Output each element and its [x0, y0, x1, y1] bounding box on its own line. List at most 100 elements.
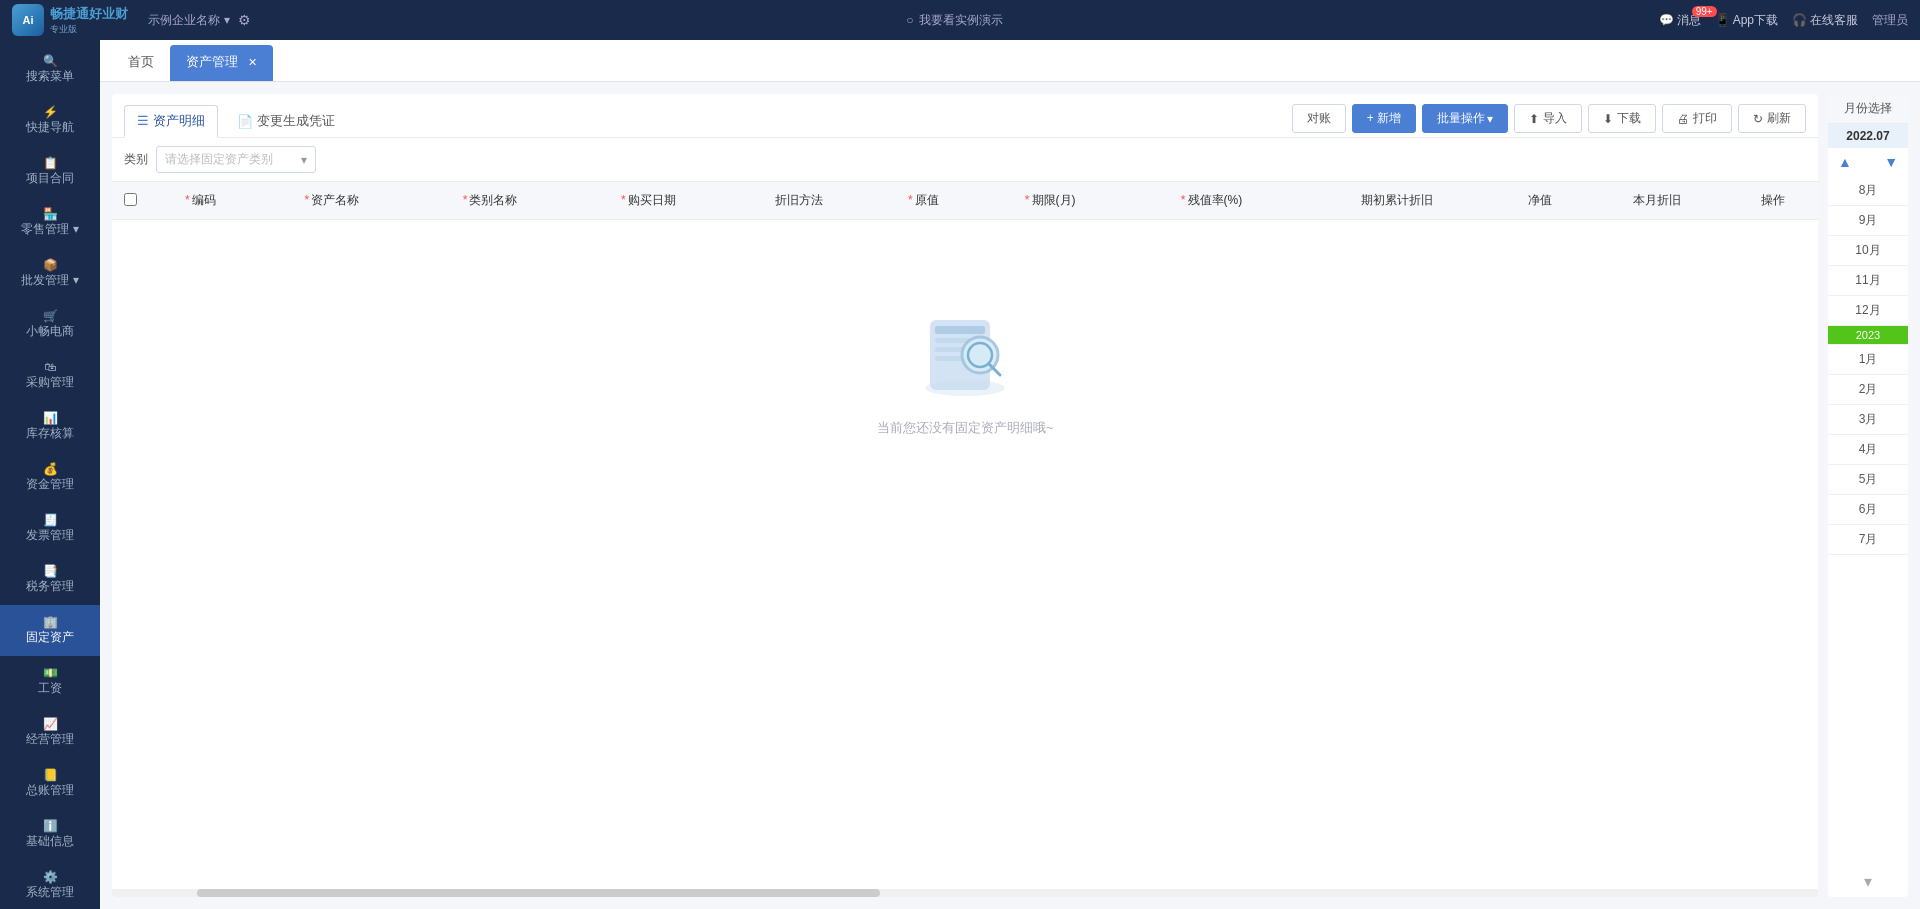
company-name: 示例企业名称 — [148, 12, 220, 29]
month-item-8[interactable]: 8月 — [1828, 176, 1908, 206]
doc-icon: 📄 — [237, 114, 253, 129]
sidebar-item-search-menu[interactable]: 🔍 搜索菜单 — [0, 44, 100, 95]
chevron-down-icon-small: ▾ — [1864, 872, 1872, 891]
sidebar-item-basic-info[interactable]: ℹ️ 基础信息 — [0, 809, 100, 860]
headset-icon: 🎧 — [1792, 13, 1807, 27]
demo-link[interactable]: ○ 我要看实例演示 — [906, 12, 1003, 29]
month-item-4[interactable]: 4月 — [1828, 435, 1908, 465]
online-service-button[interactable]: 🎧 在线客服 — [1792, 12, 1858, 29]
month-item-7-current[interactable]: 7月 — [1828, 525, 1908, 555]
sub-tabs: ☰ 资产明细 📄 变更生成凭证 对账 + 新增 批量操作 ▾ — [112, 94, 1818, 138]
chevron-down-icon: ▾ — [1487, 112, 1493, 126]
subtab-asset-detail[interactable]: ☰ 资产明细 — [124, 105, 218, 138]
add-button[interactable]: + 新增 — [1352, 104, 1416, 133]
month-item-5[interactable]: 5月 — [1828, 465, 1908, 495]
inventory-icon: 📊 — [4, 411, 96, 425]
print-icon: 🖨 — [1677, 112, 1689, 126]
sidebar-item-general-ledger[interactable]: 📒 总账管理 — [0, 758, 100, 809]
col-residual-rate: *残值率(%) — [1125, 182, 1298, 220]
sidebar-item-ops-mgmt[interactable]: 📈 经营管理 — [0, 707, 100, 758]
main-layout: 🔍 搜索菜单 ⚡ 快捷导航 📋 项目合同 🏪 零售管理 ▾ 📦 批发管理 ▾ 🛒… — [0, 40, 1920, 909]
tab-asset-management[interactable]: 资产管理 ✕ — [170, 45, 273, 81]
subtab-change-voucher[interactable]: 📄 变更生成凭证 — [224, 105, 348, 136]
col-net-value: 净值 — [1495, 182, 1585, 220]
month-item-10[interactable]: 10月 — [1828, 236, 1908, 266]
horizontal-scrollbar[interactable] — [112, 889, 1818, 897]
month-item-9[interactable]: 9月 — [1828, 206, 1908, 236]
month-item-3[interactable]: 3月 — [1828, 405, 1908, 435]
refresh-button[interactable]: ↻ 刷新 — [1738, 104, 1806, 133]
tab-close-icon[interactable]: ✕ — [248, 56, 257, 68]
category-label: 类别 — [124, 151, 148, 168]
toolbar-area: 对账 + 新增 批量操作 ▾ ⬆ 导入 ⬇ 下载 — [1292, 104, 1806, 137]
message-button[interactable]: 💬 消息 99+ — [1659, 12, 1701, 29]
next-month-button[interactable]: ▼ — [1878, 152, 1904, 172]
col-original-value: *原值 — [871, 182, 976, 220]
category-placeholder: 请选择固定资产类别 — [165, 151, 273, 168]
category-select[interactable]: 请选择固定资产类别 ▾ — [156, 146, 316, 173]
chevron-down-icon: ▾ — [224, 13, 230, 27]
import-button[interactable]: ⬆ 导入 — [1514, 104, 1582, 133]
ops-icon: 📈 — [4, 717, 96, 731]
invoice-icon: 🧾 — [4, 513, 96, 527]
sidebar-item-fixed-assets[interactable]: 🏢 固定资产 — [0, 605, 100, 656]
app-logo: Ai 畅捷通好业财 专业版 — [12, 4, 128, 36]
tab-bar: 首页 资产管理 ✕ — [100, 40, 1920, 82]
refresh-icon: ↻ — [1753, 112, 1763, 126]
sidebar-item-project-contract[interactable]: 📋 项目合同 — [0, 146, 100, 197]
year-2023-marker: 2023 — [1828, 326, 1908, 345]
reconcile-button[interactable]: 对账 — [1292, 104, 1346, 133]
fund-icon: 💰 — [4, 462, 96, 476]
demo-icon: ○ — [906, 13, 913, 27]
sidebar-item-payroll[interactable]: 💵 工资 — [0, 656, 100, 707]
batch-button[interactable]: 批量操作 ▾ — [1422, 104, 1508, 133]
empty-svg — [905, 300, 1025, 400]
table-header-row: *编码 *资产名称 *类别名称 *购买日期 折旧方法 *原值 *期限(月) *残… — [112, 182, 1818, 220]
prev-month-button[interactable]: ▲ — [1832, 152, 1858, 172]
month-item-11[interactable]: 11月 — [1828, 266, 1908, 296]
filter-bar: 类别 请选择固定资产类别 ▾ — [112, 138, 1818, 182]
svg-rect-2 — [935, 326, 985, 334]
month-item-1[interactable]: 1月 — [1828, 345, 1908, 375]
sidebar-item-fund-mgmt[interactable]: 💰 资金管理 — [0, 452, 100, 503]
print-button[interactable]: 🖨 打印 — [1662, 104, 1732, 133]
sidebar-item-sys-mgmt[interactable]: ⚙️ 系统管理 — [0, 860, 100, 909]
col-category-name: *类别名称 — [411, 182, 569, 220]
settings-button[interactable]: ⚙ — [238, 12, 251, 28]
top-bar-right: 💬 消息 99+ 📱 App下载 🎧 在线客服 管理员 — [1659, 12, 1908, 29]
col-accumulated-depreciation: 期初累计折旧 — [1298, 182, 1495, 220]
sidebar-item-quick-nav[interactable]: ⚡ 快捷导航 — [0, 95, 100, 146]
purchase-icon: 🛍 — [4, 360, 96, 374]
company-selector[interactable]: 示例企业名称 ▾ — [148, 12, 230, 29]
month-item-6[interactable]: 6月 — [1828, 495, 1908, 525]
month-nav: ▲ ▼ — [1828, 148, 1908, 176]
wholesale-icon: 📦 — [4, 258, 96, 272]
sidebar-item-ecommerce[interactable]: 🛒 小畅电商 — [0, 299, 100, 350]
col-depreciation-method: 折旧方法 — [728, 182, 871, 220]
tab-home[interactable]: 首页 — [112, 45, 170, 81]
fixed-assets-icon: 🏢 — [4, 615, 96, 629]
month-item-12[interactable]: 12月 — [1828, 296, 1908, 326]
quick-nav-icon: ⚡ — [4, 105, 96, 119]
month-item-2[interactable]: 2月 — [1828, 375, 1908, 405]
sidebar-item-inventory[interactable]: 📊 库存核算 — [0, 401, 100, 452]
col-asset-name: *资产名称 — [253, 182, 411, 220]
sidebar-item-wholesale-mgmt[interactable]: 📦 批发管理 ▾ — [0, 248, 100, 299]
col-action: 操作 — [1728, 182, 1818, 220]
sidebar-item-tax-mgmt[interactable]: 📑 税务管理 — [0, 554, 100, 605]
sidebar-item-invoice-mgmt[interactable]: 🧾 发票管理 — [0, 503, 100, 554]
top-bar-left: Ai 畅捷通好业财 专业版 示例企业名称 ▾ ⚙ — [12, 4, 251, 36]
search-icon: 🔍 — [4, 54, 96, 68]
sys-icon: ⚙️ — [4, 870, 96, 884]
month-list: 8月 9月 10月 11月 12月 2023 1月 2月 3月 4月 5月 6月… — [1828, 176, 1908, 866]
download-button[interactable]: ⬇ 下载 — [1588, 104, 1656, 133]
app-download-button[interactable]: 📱 App下载 — [1715, 12, 1778, 29]
col-code: *编码 — [148, 182, 253, 220]
sidebar-item-purchase-mgmt[interactable]: 🛍 采购管理 — [0, 350, 100, 401]
selected-year-month: 2022.07 — [1828, 124, 1908, 148]
ledger-icon: 📒 — [4, 768, 96, 782]
sidebar-item-retail-mgmt[interactable]: 🏪 零售管理 ▾ — [0, 197, 100, 248]
download-icon: ⬇ — [1603, 112, 1613, 126]
select-all-checkbox[interactable] — [124, 193, 137, 206]
project-icon: 📋 — [4, 156, 96, 170]
